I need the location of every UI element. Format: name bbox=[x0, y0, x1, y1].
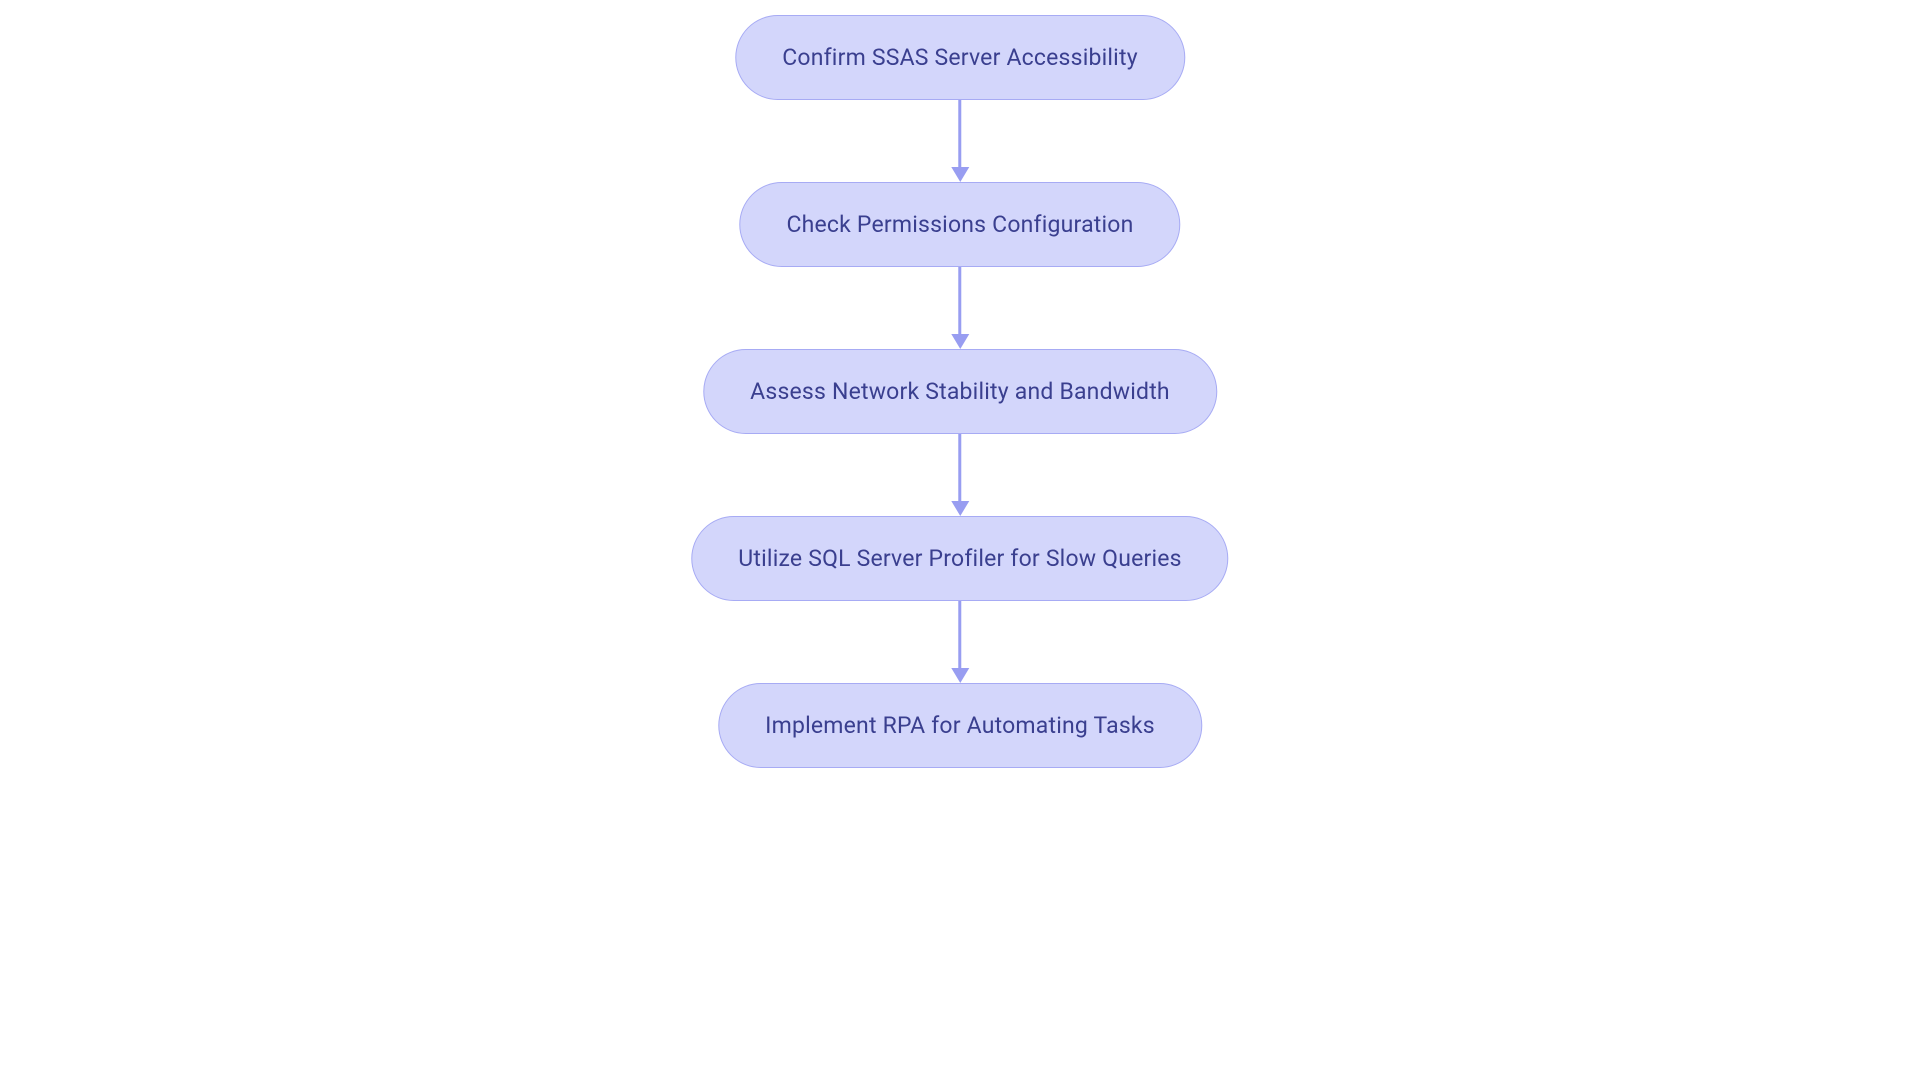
arrow-shaft bbox=[958, 601, 961, 669]
flow-node-1: Confirm SSAS Server Accessibility bbox=[735, 15, 1185, 100]
flow-arrow-1 bbox=[950, 100, 970, 182]
flow-node-4: Utilize SQL Server Profiler for Slow Que… bbox=[691, 516, 1228, 601]
flow-arrow-2 bbox=[950, 267, 970, 349]
flow-node-3: Assess Network Stability and Bandwidth bbox=[703, 349, 1217, 434]
flow-arrow-4 bbox=[950, 601, 970, 683]
arrow-head-icon bbox=[951, 167, 969, 182]
arrow-head-icon bbox=[951, 668, 969, 683]
arrow-shaft bbox=[958, 100, 961, 168]
arrow-head-icon bbox=[951, 501, 969, 516]
flowchart: Confirm SSAS Server Accessibility Check … bbox=[691, 15, 1228, 768]
flow-node-5: Implement RPA for Automating Tasks bbox=[718, 683, 1202, 768]
flow-node-2: Check Permissions Configuration bbox=[739, 182, 1180, 267]
arrow-head-icon bbox=[951, 334, 969, 349]
flow-arrow-3 bbox=[950, 434, 970, 516]
arrow-shaft bbox=[958, 434, 961, 502]
arrow-shaft bbox=[958, 267, 961, 335]
